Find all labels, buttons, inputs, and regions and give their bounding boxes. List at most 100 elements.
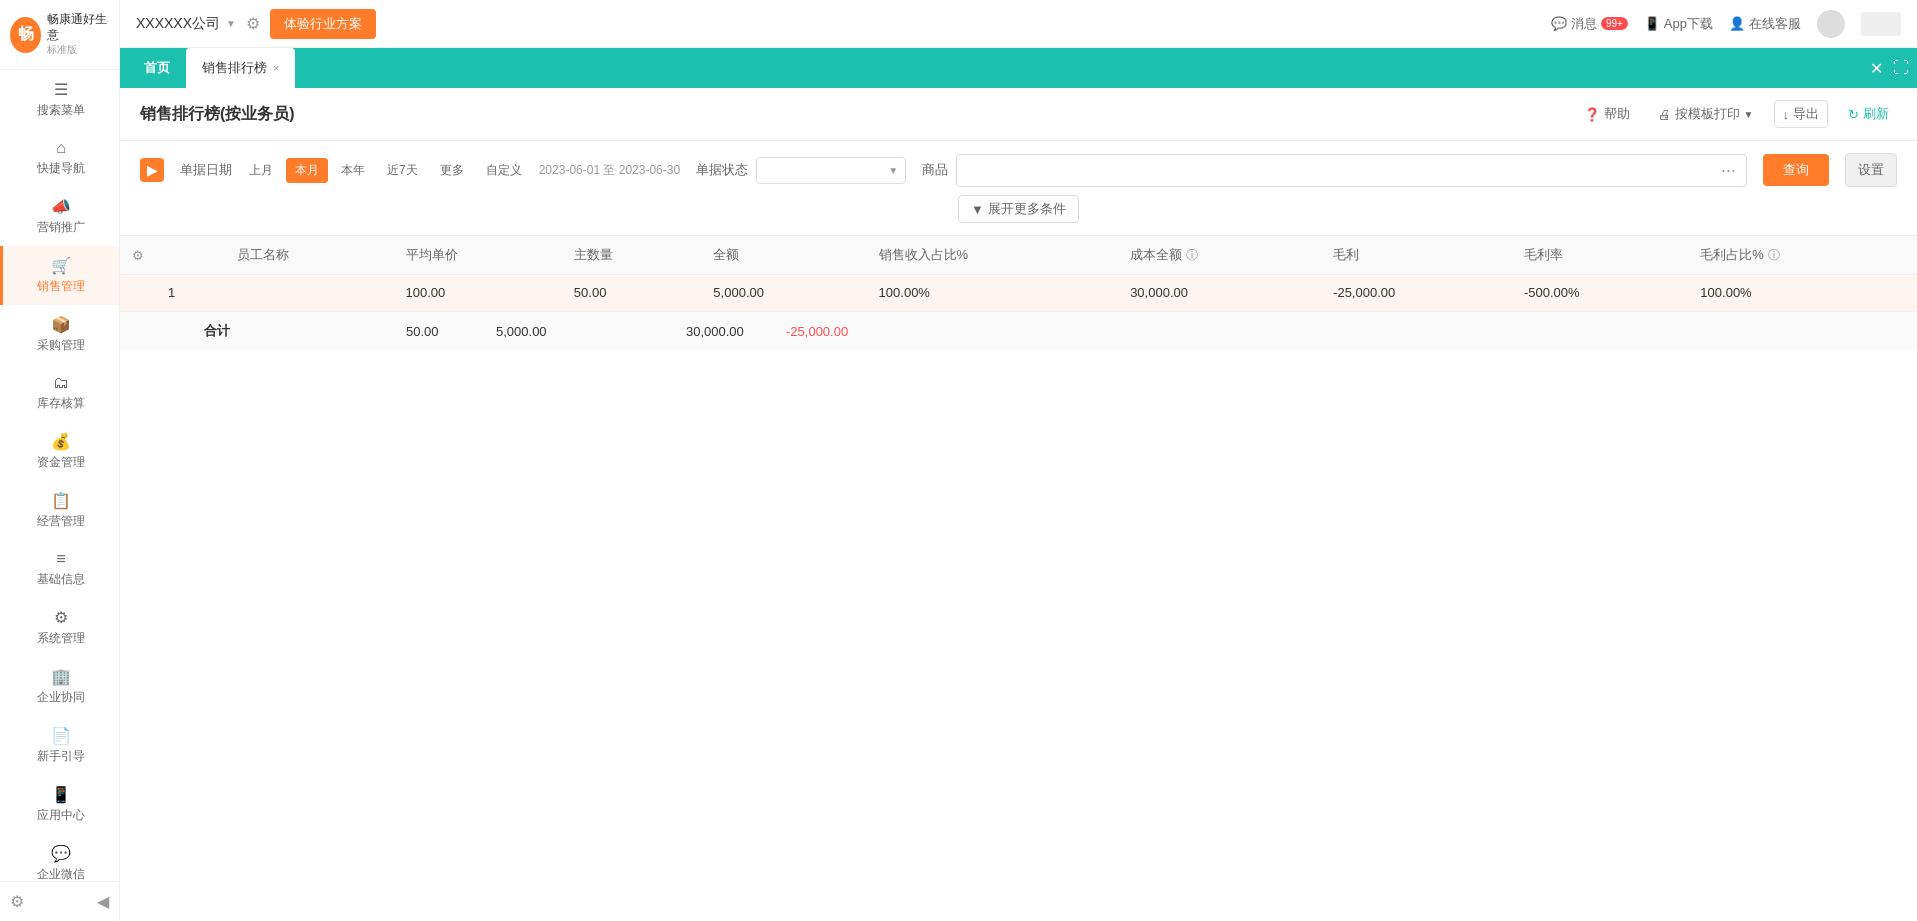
app-label: App下载 xyxy=(1664,15,1713,33)
th-amount: 全额 xyxy=(701,236,866,275)
tabbar-expand-icon[interactable]: ⛶ xyxy=(1893,59,1909,78)
date-tab-this-month[interactable]: 本月 xyxy=(286,158,328,183)
sidebar-item-apps[interactable]: 📱 应用中心 xyxy=(0,775,119,834)
sidebar-item-enterprise[interactable]: 🏢 企业协同 xyxy=(0,657,119,716)
sidebar-item-purchase[interactable]: 📦 采购管理 xyxy=(0,305,119,364)
app-download-item[interactable]: 📱 App下载 xyxy=(1644,15,1713,33)
print-chevron-icon: ▼ xyxy=(1744,109,1754,120)
column-settings-icon[interactable]: ⚙ xyxy=(132,248,144,263)
sidebar-label-shortcut: 快捷导航 xyxy=(37,160,85,177)
company-selector[interactable]: XXXXXX公司 ▼ xyxy=(136,15,236,33)
table-footer: 合计 50.00 5,000.00 30,000.00 -25,000.00 xyxy=(120,311,1917,350)
marketing-icon: 📣 xyxy=(51,197,71,216)
industry-button[interactable]: 体验行业方案 xyxy=(270,9,376,39)
refresh-label: 刷新 xyxy=(1863,105,1889,123)
print-button[interactable]: 🖨 按模板打印 ▼ xyxy=(1650,101,1762,127)
wechat-icon: 💬 xyxy=(51,844,71,863)
sidebar-item-wechat[interactable]: 💬 企业微信 xyxy=(0,834,119,881)
sidebar-label-wechat: 企业微信 xyxy=(37,866,85,881)
sidebar-nav: ☰ 搜索菜单 ⌂ 快捷导航 📣 营销推广 🛒 销售管理 📦 采购管理 🗂 库存核… xyxy=(0,70,119,881)
sidebar-label-basic: 基础信息 xyxy=(37,571,85,588)
topbar-settings-icon[interactable]: ⚙ xyxy=(246,14,260,33)
apps-icon: 📱 xyxy=(51,785,71,804)
logo-sub: 标准版 xyxy=(47,43,109,57)
home-icon: ⌂ xyxy=(56,139,66,157)
enterprise-icon: 🏢 xyxy=(51,667,71,686)
sidebar-label-operations: 经营管理 xyxy=(37,513,85,530)
basic-icon: ≡ xyxy=(56,550,65,568)
support-item[interactable]: 👤 在线客服 xyxy=(1729,15,1801,33)
th-gross-ratio: 毛利占比% ⓘ xyxy=(1688,236,1917,275)
refresh-icon: ↻ xyxy=(1848,107,1859,122)
sidebar-item-shortcut[interactable]: ⌂ 快捷导航 xyxy=(0,129,119,187)
sidebar-item-system[interactable]: ⚙ 系统管理 xyxy=(0,598,119,657)
date-tab-7days[interactable]: 近7天 xyxy=(378,158,427,183)
sidebar-item-marketing[interactable]: 📣 营销推广 xyxy=(0,187,119,246)
sidebar-logo: 畅 畅康通好生意 标准版 xyxy=(0,0,119,70)
sidebar-label-inventory: 库存核算 xyxy=(37,395,85,412)
table-body: 1 100.00 50.00 5,000.00 xyxy=(120,275,1917,311)
sidebar-item-basic[interactable]: ≡ 基础信息 xyxy=(0,540,119,598)
sidebar-item-finance[interactable]: 💰 资金管理 xyxy=(0,422,119,481)
tab-close-icon[interactable]: × xyxy=(273,62,279,74)
date-filter-label: 单据日期 xyxy=(180,161,232,179)
date-range-display: 2023-06-01 至 2023-06-30 xyxy=(539,162,680,179)
sidebar-settings-icon[interactable]: ⚙ xyxy=(10,892,24,911)
query-button[interactable]: 查询 xyxy=(1763,154,1829,186)
system-icon: ⚙ xyxy=(54,608,68,627)
table-row: 1 100.00 50.00 5,000.00 xyxy=(120,275,1917,311)
status-select-wrapper xyxy=(756,157,906,184)
date-tab-custom[interactable]: 自定义 xyxy=(477,158,531,183)
goods-more-icon[interactable]: ··· xyxy=(1721,160,1736,181)
tab-home[interactable]: 首页 xyxy=(128,48,186,88)
th-rank xyxy=(156,236,225,275)
filter-toggle-icon[interactable]: ▶ xyxy=(140,158,164,182)
company-chevron-icon: ▼ xyxy=(226,18,236,29)
filter-expand-row: ▼ 展开更多条件 xyxy=(140,195,1897,223)
row-sales-ratio: 100.00% xyxy=(867,275,1119,311)
goods-filter-label: 商品 xyxy=(922,161,948,179)
sidebar-label-sales: 销售管理 xyxy=(37,278,85,295)
page-actions: ❓ 帮助 🖨 按模板打印 ▼ ↓ 导出 ↻ 刷新 xyxy=(1576,100,1897,128)
goods-filter-group: 商品 ··· xyxy=(922,154,1747,187)
table-settings-button[interactable]: 设置 xyxy=(1845,153,1897,187)
gross-ratio-info-icon[interactable]: ⓘ xyxy=(1768,248,1780,262)
status-filter-label: 单据状态 xyxy=(696,161,748,179)
export-label: 导出 xyxy=(1793,105,1819,123)
finance-icon: 💰 xyxy=(51,432,71,451)
tabbar-close-icon[interactable]: ✕ xyxy=(1870,59,1883,78)
cost-info-icon[interactable]: ⓘ xyxy=(1186,248,1198,262)
company-name: XXXXXX公司 xyxy=(136,15,220,33)
date-tab-last-month[interactable]: 上月 xyxy=(240,158,282,183)
status-select[interactable] xyxy=(756,157,906,184)
print-icon: 🖨 xyxy=(1658,107,1671,122)
sidebar-label-guide: 新手引导 xyxy=(37,748,85,765)
row-name xyxy=(225,275,393,311)
filter-row: ▶ 单据日期 上月 本月 本年 近7天 更多 自定义 2023-06-01 至 … xyxy=(140,153,1897,187)
date-tab-more[interactable]: 更多 xyxy=(431,158,473,183)
tab-sales-ranking[interactable]: 销售排行榜 × xyxy=(186,48,295,88)
refresh-button[interactable]: ↻ 刷新 xyxy=(1840,101,1897,127)
goods-input[interactable]: ··· xyxy=(956,154,1747,187)
sidebar-item-inventory[interactable]: 🗂 库存核算 xyxy=(0,364,119,422)
th-avg-price: 平均单价 xyxy=(394,236,562,275)
sidebar-collapse-icon[interactable]: ◀ xyxy=(97,892,109,911)
help-button[interactable]: ❓ 帮助 xyxy=(1576,101,1638,127)
message-item[interactable]: 💬 消息 99+ xyxy=(1551,15,1628,33)
sidebar-item-search[interactable]: ☰ 搜索菜单 xyxy=(0,70,119,129)
th-name: 员工名称 xyxy=(225,236,393,275)
support-icon: 👤 xyxy=(1729,16,1745,31)
sidebar-label-enterprise: 企业协同 xyxy=(37,689,85,706)
user-avatar[interactable] xyxy=(1817,10,1845,38)
sidebar-item-operations[interactable]: 📋 经营管理 xyxy=(0,481,119,540)
main-area: XXXXXX公司 ▼ ⚙ 体验行业方案 💬 消息 99+ 📱 App下载 👤 在… xyxy=(120,0,1917,921)
sidebar-item-sales[interactable]: 🛒 销售管理 xyxy=(0,246,119,305)
sidebar-item-guide[interactable]: 📄 新手引导 xyxy=(0,716,119,775)
sidebar: 畅 畅康通好生意 标准版 ☰ 搜索菜单 ⌂ 快捷导航 📣 营销推广 🛒 销售管理… xyxy=(0,0,120,921)
row-amount: 5,000.00 xyxy=(701,275,866,311)
expand-conditions-button[interactable]: ▼ 展开更多条件 xyxy=(958,195,1079,223)
footer-qty: 50.00 xyxy=(394,324,484,339)
search-menu-icon: ☰ xyxy=(54,80,68,99)
export-button[interactable]: ↓ 导出 xyxy=(1774,100,1829,128)
date-tab-this-year[interactable]: 本年 xyxy=(332,158,374,183)
